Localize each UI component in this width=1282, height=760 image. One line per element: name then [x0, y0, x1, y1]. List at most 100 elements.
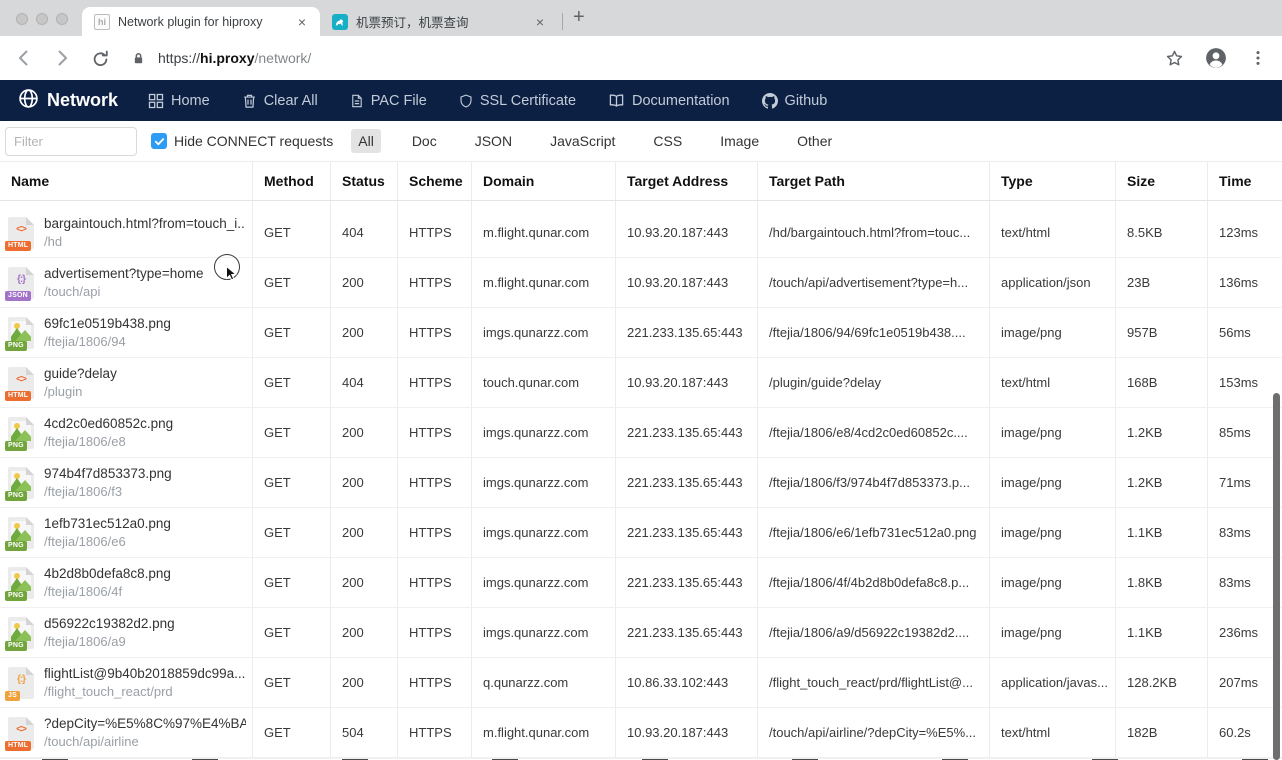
nav-home[interactable]: Home — [148, 93, 210, 109]
request-name: d56922c19382d2.png — [44, 614, 175, 633]
request-path: /ftejia/1806/94 — [44, 333, 171, 351]
hide-connect-checkbox-wrap[interactable]: Hide CONNECT requests — [151, 133, 333, 149]
status-cell: 200 — [331, 658, 398, 707]
filter-tab-image[interactable]: Image — [713, 129, 766, 153]
address-bar[interactable]: https://hi.proxy/network/ — [126, 46, 1148, 70]
type-cell: image/png — [990, 408, 1116, 457]
minimize-window-icon[interactable] — [36, 13, 48, 25]
target-address-cell: 221.233.135.65:443 — [616, 558, 758, 607]
request-name: 1efb731ec512a0.png — [44, 514, 171, 533]
table-row[interactable]: PNG 1efb731ec512a0.png /ftejia/1806/e6 G… — [0, 508, 1282, 558]
checkbox-checked-icon[interactable] — [151, 133, 167, 149]
domain-cell: m.flight.qunar.com — [472, 208, 616, 257]
table-row[interactable]: <>HTML bargaintouch.html?from=touch_i...… — [0, 208, 1282, 258]
type-cell: image/png — [990, 308, 1116, 357]
close-tab-icon[interactable]: × — [532, 14, 548, 30]
method-cell: GET — [253, 458, 331, 507]
size-cell: 8.5KB — [1116, 208, 1208, 257]
scheme-cell: HTTPS — [398, 258, 472, 307]
table-row[interactable]: PNG 4cd2c0ed60852c.png /ftejia/1806/e8 G… — [0, 408, 1282, 458]
new-tab-button[interactable]: + — [567, 4, 595, 36]
table-row[interactable]: PNG 4b2d8b0defa8c8.png /ftejia/1806/4f G… — [0, 558, 1282, 608]
filter-input[interactable] — [5, 127, 137, 156]
close-window-icon[interactable] — [16, 13, 28, 25]
table-row[interactable]: {:}JSON advertisement?type=home /touch/a… — [0, 258, 1282, 308]
globe-icon — [18, 88, 39, 114]
size-cell: 128.2KB — [1116, 658, 1208, 707]
request-name: 974b4f7d853373.png — [44, 464, 172, 483]
app-logo[interactable]: Network — [10, 88, 126, 114]
time-cell: 56ms — [1208, 308, 1282, 357]
filter-tab-css[interactable]: CSS — [646, 129, 689, 153]
request-path: /touch/api/airline — [44, 733, 246, 751]
nav-pac-file[interactable]: PAC File — [350, 93, 427, 109]
target-path-cell: /ftejia/1806/e6/1efb731ec512a0.png — [758, 508, 990, 557]
domain-cell: imgs.qunarzz.com — [472, 608, 616, 657]
domain-cell: imgs.qunarzz.com — [472, 308, 616, 357]
file-type-icon: PNG — [8, 417, 34, 449]
file-type-icon: PNG — [8, 617, 34, 649]
scheme-cell: HTTPS — [398, 608, 472, 657]
table-row[interactable]: {:}JS flightList@9b40b2018859dc99a... /f… — [0, 658, 1282, 708]
target-address-cell: 10.93.20.187:443 — [616, 708, 758, 757]
table-row[interactable]: <>HTML guide?delay /plugin GET 404 HTTPS… — [0, 358, 1282, 408]
request-path: /plugin — [44, 383, 117, 401]
filter-bar: Hide CONNECT requests All Doc JSON JavaScri… — [0, 121, 1282, 161]
app-header: Network Home Clear All PAC File SSL Certifi… — [0, 80, 1282, 121]
name-cell: PNG 4cd2c0ed60852c.png /ftejia/1806/e8 — [0, 408, 253, 457]
file-type-icon: {:}JS — [8, 667, 34, 699]
time-cell: 153ms — [1208, 358, 1282, 407]
name-cell: {:}JS flightList@9b40b2018859dc99a... /f… — [0, 658, 253, 707]
method-cell: GET — [253, 708, 331, 757]
nav-clear-all[interactable]: Clear All — [242, 93, 318, 109]
filter-tab-all[interactable]: All — [351, 129, 381, 153]
nav-label: PAC File — [371, 93, 427, 109]
profile-avatar-icon[interactable] — [1204, 46, 1228, 70]
type-filter-tabs: All Doc JSON JavaScript CSS Image Other — [351, 129, 839, 153]
browser-menu-icon[interactable] — [1246, 46, 1270, 70]
nav-label: Documentation — [632, 93, 730, 109]
target-path-cell: /touch/api/airline/?depCity=%E5%... — [758, 708, 990, 757]
checkbox-label: Hide CONNECT requests — [174, 133, 333, 149]
size-cell: 182B — [1116, 708, 1208, 757]
file-type-icon: {:}JSON — [8, 267, 34, 299]
target-path-cell: /flight_touch_react/prd/flightList@... — [758, 658, 990, 707]
nav-documentation[interactable]: Documentation — [608, 93, 730, 109]
nav-github[interactable]: Github — [762, 93, 828, 109]
filter-tab-doc[interactable]: Doc — [405, 129, 444, 153]
size-cell: 23B — [1116, 258, 1208, 307]
name-cell: PNG d56922c19382d2.png /ftejia/1806/a9 — [0, 608, 253, 657]
zoom-window-icon[interactable] — [56, 13, 68, 25]
file-type-icon: PNG — [8, 467, 34, 499]
reload-icon[interactable] — [88, 46, 112, 70]
type-cell: image/png — [990, 508, 1116, 557]
nav-ssl-certificate[interactable]: SSL Certificate — [459, 93, 576, 109]
table-row[interactable]: PNG 974b4f7d853373.png /ftejia/1806/f3 G… — [0, 458, 1282, 508]
scheme-cell: HTTPS — [398, 508, 472, 557]
filter-tab-other[interactable]: Other — [790, 129, 839, 153]
status-cell: 404 — [331, 208, 398, 257]
target-address-cell: 221.233.135.65:443 — [616, 608, 758, 657]
time-cell: 60.2s — [1208, 708, 1282, 757]
filter-tab-javascript[interactable]: JavaScript — [543, 129, 622, 153]
column-header-target-address: Target Address — [616, 162, 758, 200]
target-address-cell: 10.93.20.187:443 — [616, 208, 758, 257]
scheme-cell: HTTPS — [398, 558, 472, 607]
file-type-icon: <>HTML — [8, 367, 34, 399]
vertical-scrollbar[interactable] — [1273, 393, 1280, 760]
tab-qunar-flight[interactable]: 机票预订，机票查询 × — [320, 7, 558, 36]
bookmark-star-icon[interactable] — [1162, 46, 1186, 70]
table-row[interactable]: PNG d56922c19382d2.png /ftejia/1806/a9 G… — [0, 608, 1282, 658]
file-icon — [350, 93, 364, 109]
forward-icon[interactable] — [50, 46, 74, 70]
table-row[interactable]: <>HTML ?depCity=%E5%8C%97%E4%BA... /touc… — [0, 708, 1282, 758]
close-tab-icon[interactable]: × — [294, 14, 310, 30]
back-icon[interactable] — [12, 46, 36, 70]
filter-tab-json[interactable]: JSON — [468, 129, 519, 153]
column-header-target-path: Target Path — [758, 162, 990, 200]
table-row[interactable]: PNG 69fc1e0519b438.png /ftejia/1806/94 G… — [0, 308, 1282, 358]
request-name: 4cd2c0ed60852c.png — [44, 414, 173, 433]
traffic-lights — [0, 13, 82, 36]
column-header-scheme: Scheme — [398, 162, 472, 200]
tab-network-plugin[interactable]: hi Network plugin for hiproxy × — [82, 7, 320, 36]
